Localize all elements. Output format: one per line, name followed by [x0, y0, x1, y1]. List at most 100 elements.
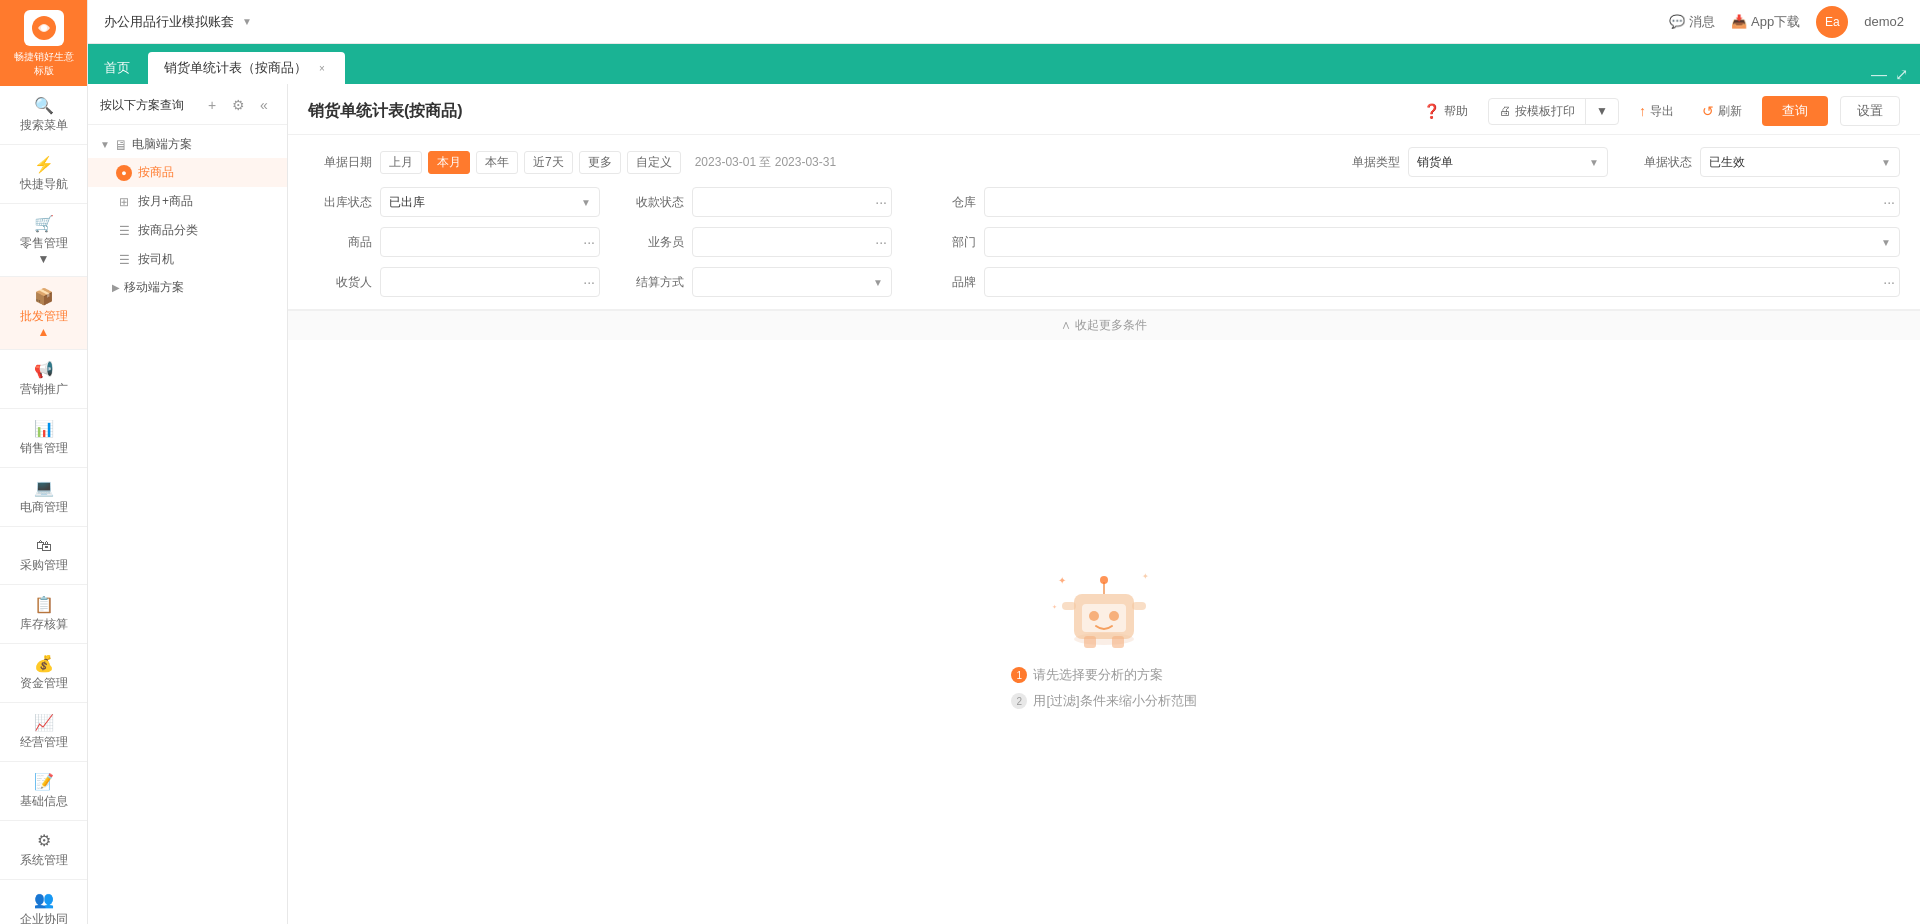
lph-actions: + ⚙ «	[201, 94, 275, 116]
sidebar-item-basic-info[interactable]: 📝 基础信息	[0, 762, 87, 821]
collab-icon: 👥	[34, 890, 54, 909]
sidebar: 畅捷销好生意 标版 🔍 搜索菜单 ⚡ 快捷导航 🛒 零售管理 ▼ 📦 批发管理 …	[0, 0, 88, 924]
add-scheme-button[interactable]: +	[201, 94, 223, 116]
query-button[interactable]: 查询	[1762, 96, 1828, 126]
svg-rect-12	[1112, 636, 1124, 648]
empty-state: ✦ ✦ ✦ 1 请先选择要分析的方案 2 用[过滤]条件来缩小分析范围	[1011, 554, 1196, 710]
date-btn-custom[interactable]: 自定义	[627, 151, 681, 174]
payment-status-label: 收款状态	[620, 194, 692, 211]
app-download-button[interactable]: 📥 App下载	[1731, 13, 1800, 31]
tab-maximize-icon[interactable]: ⤢	[1895, 65, 1908, 84]
export-icon: ↑	[1639, 103, 1646, 119]
date-btn-this-month[interactable]: 本月	[428, 151, 470, 174]
salesman-dots-icon[interactable]: ···	[875, 234, 887, 250]
svg-text:✦: ✦	[1058, 575, 1066, 586]
help-button[interactable]: ❓ 帮助	[1415, 99, 1476, 124]
sidebar-item-ecommerce[interactable]: 💻 电商管理	[0, 468, 87, 527]
workspace-chevron[interactable]: ▼	[242, 16, 252, 27]
refresh-button[interactable]: ↺ 刷新	[1694, 99, 1750, 124]
tree-item-by-goods[interactable]: ● 按商品	[88, 158, 287, 187]
warehouse-input[interactable]: ···	[984, 187, 1900, 217]
left-panel-header: 按以下方案查询 + ⚙ «	[88, 84, 287, 125]
tree-subgroup-mobile[interactable]: ▶ 移动端方案	[88, 274, 287, 301]
user-name[interactable]: demo2	[1864, 14, 1904, 29]
svg-rect-9	[1062, 602, 1076, 610]
warehouse-label: 仓库	[912, 194, 984, 211]
out-status-select[interactable]: 已出库 ▼	[380, 187, 600, 217]
svg-rect-10	[1132, 602, 1146, 610]
sidebar-item-collab[interactable]: 👥 企业协同	[0, 880, 87, 924]
refresh-icon: ↺	[1702, 103, 1714, 119]
sidebar-item-wholesale[interactable]: 📦 批发管理 ▲	[0, 277, 87, 350]
page-title-actions: ❓ 帮助 🖨 按模板打印 ▼ ↑ 导出	[1415, 96, 1900, 126]
filter-row-2: 出库状态 已出库 ▼ 收款状态 ···	[308, 187, 1900, 217]
tab-minimize-icon[interactable]: —	[1871, 66, 1887, 84]
warehouse-dots-icon[interactable]: ···	[1883, 194, 1895, 210]
collapse-panel-button[interactable]: «	[253, 94, 275, 116]
desktop-group-icon: 🖥	[114, 137, 128, 153]
settlement-select[interactable]: ▼	[692, 267, 892, 297]
svg-rect-4	[1082, 604, 1126, 632]
hint2-number: 2	[1011, 693, 1027, 709]
sidebar-item-purchase[interactable]: 🛍 采购管理	[0, 527, 87, 585]
message-button[interactable]: 💬 消息	[1669, 13, 1715, 31]
tree-item-by-category[interactable]: ☰ 按商品分类	[88, 216, 287, 245]
sidebar-item-inventory[interactable]: 📋 库存核算	[0, 585, 87, 644]
sales-icon: 📊	[34, 419, 54, 438]
tab-home[interactable]: 首页	[88, 52, 146, 84]
sidebar-item-system[interactable]: ⚙ 系统管理	[0, 821, 87, 880]
goods-input[interactable]: ···	[380, 227, 600, 257]
workspace-name[interactable]: 办公用品行业模拟账套	[104, 13, 234, 31]
sidebar-item-retail[interactable]: 🛒 零售管理 ▼	[0, 204, 87, 277]
topbar: 办公用品行业模拟账套 ▼ 💬 消息 📥 App下载 Ea demo2	[88, 0, 1920, 44]
brand-input[interactable]: ···	[984, 267, 1900, 297]
filter-area: 单据日期 上月 本月 本年 近7天 更多 自定义 2023-03-01 至 20…	[288, 135, 1920, 310]
tab-close-icon[interactable]: ×	[315, 61, 329, 75]
salesman-input[interactable]: ···	[692, 227, 892, 257]
dots-icon[interactable]: ···	[875, 194, 887, 210]
settings-scheme-button[interactable]: ⚙	[227, 94, 249, 116]
date-btn-more[interactable]: 更多	[579, 151, 621, 174]
sidebar-item-operations[interactable]: 📈 经营管理	[0, 703, 87, 762]
sidebar-logo[interactable]: 畅捷销好生意 标版	[0, 0, 88, 86]
doc-type-field: 销货单 ▼	[1408, 147, 1608, 177]
tree-item-by-driver[interactable]: ☰ 按司机	[88, 245, 287, 274]
brand-label: 品牌	[912, 274, 984, 291]
doc-status-select[interactable]: 已生效 ▼	[1700, 147, 1900, 177]
payment-status-input[interactable]: ···	[692, 187, 892, 217]
date-btn-last-month[interactable]: 上月	[380, 151, 422, 174]
collapse-bar[interactable]: ∧ 收起更多条件	[288, 310, 1920, 340]
date-btn-this-year[interactable]: 本年	[476, 151, 518, 174]
dept-select[interactable]: ▼	[984, 227, 1900, 257]
sidebar-item-marketing[interactable]: 📢 营销推广	[0, 350, 87, 409]
brand-dots-icon[interactable]: ···	[1883, 274, 1895, 290]
receiver-dots-icon[interactable]: ···	[583, 274, 595, 290]
sidebar-item-search[interactable]: 🔍 搜索菜单	[0, 86, 87, 145]
goods-dots-icon[interactable]: ···	[583, 234, 595, 250]
date-btn-7days[interactable]: 近7天	[524, 151, 573, 174]
print-dropdown-button[interactable]: ▼	[1586, 100, 1618, 122]
settings-button[interactable]: 设置	[1840, 96, 1900, 126]
doc-type-select[interactable]: 销货单 ▼	[1408, 147, 1608, 177]
page-content: 按以下方案查询 + ⚙ « ▼ 🖥 电脑端方案 ● 按商品 ⊞	[88, 84, 1920, 924]
month-goods-icon: ⊞	[116, 194, 132, 210]
topbar-left: 办公用品行业模拟账套 ▼	[104, 13, 252, 31]
user-avatar[interactable]: Ea	[1816, 6, 1848, 38]
empty-hint-1: 1 请先选择要分析的方案	[1011, 666, 1196, 684]
sidebar-item-finance[interactable]: 💰 资金管理	[0, 644, 87, 703]
sidebar-item-quick-nav[interactable]: ⚡ 快捷导航	[0, 145, 87, 204]
export-button[interactable]: ↑ 导出	[1631, 99, 1682, 124]
receiver-input[interactable]: ···	[380, 267, 600, 297]
message-icon: 💬	[1669, 14, 1685, 29]
doc-type-label: 单据类型	[1336, 154, 1408, 171]
print-template-button[interactable]: 🖨 按模板打印	[1489, 99, 1586, 124]
page-title: 销货单统计表(按商品)	[308, 101, 463, 122]
payment-status-field: ···	[692, 187, 892, 217]
dept-arrow: ▼	[1881, 237, 1891, 248]
tab-sales-stats[interactable]: 销货单统计表（按商品） ×	[148, 52, 345, 84]
content-area: ✦ ✦ ✦ 1 请先选择要分析的方案 2 用[过滤]条件来缩小分析范围	[288, 340, 1920, 924]
out-status-arrow: ▼	[581, 197, 591, 208]
tree-item-by-month-goods[interactable]: ⊞ 按月+商品	[88, 187, 287, 216]
tree-group-desktop[interactable]: ▼ 🖥 电脑端方案	[88, 131, 287, 158]
sidebar-item-sales[interactable]: 📊 销售管理	[0, 409, 87, 468]
